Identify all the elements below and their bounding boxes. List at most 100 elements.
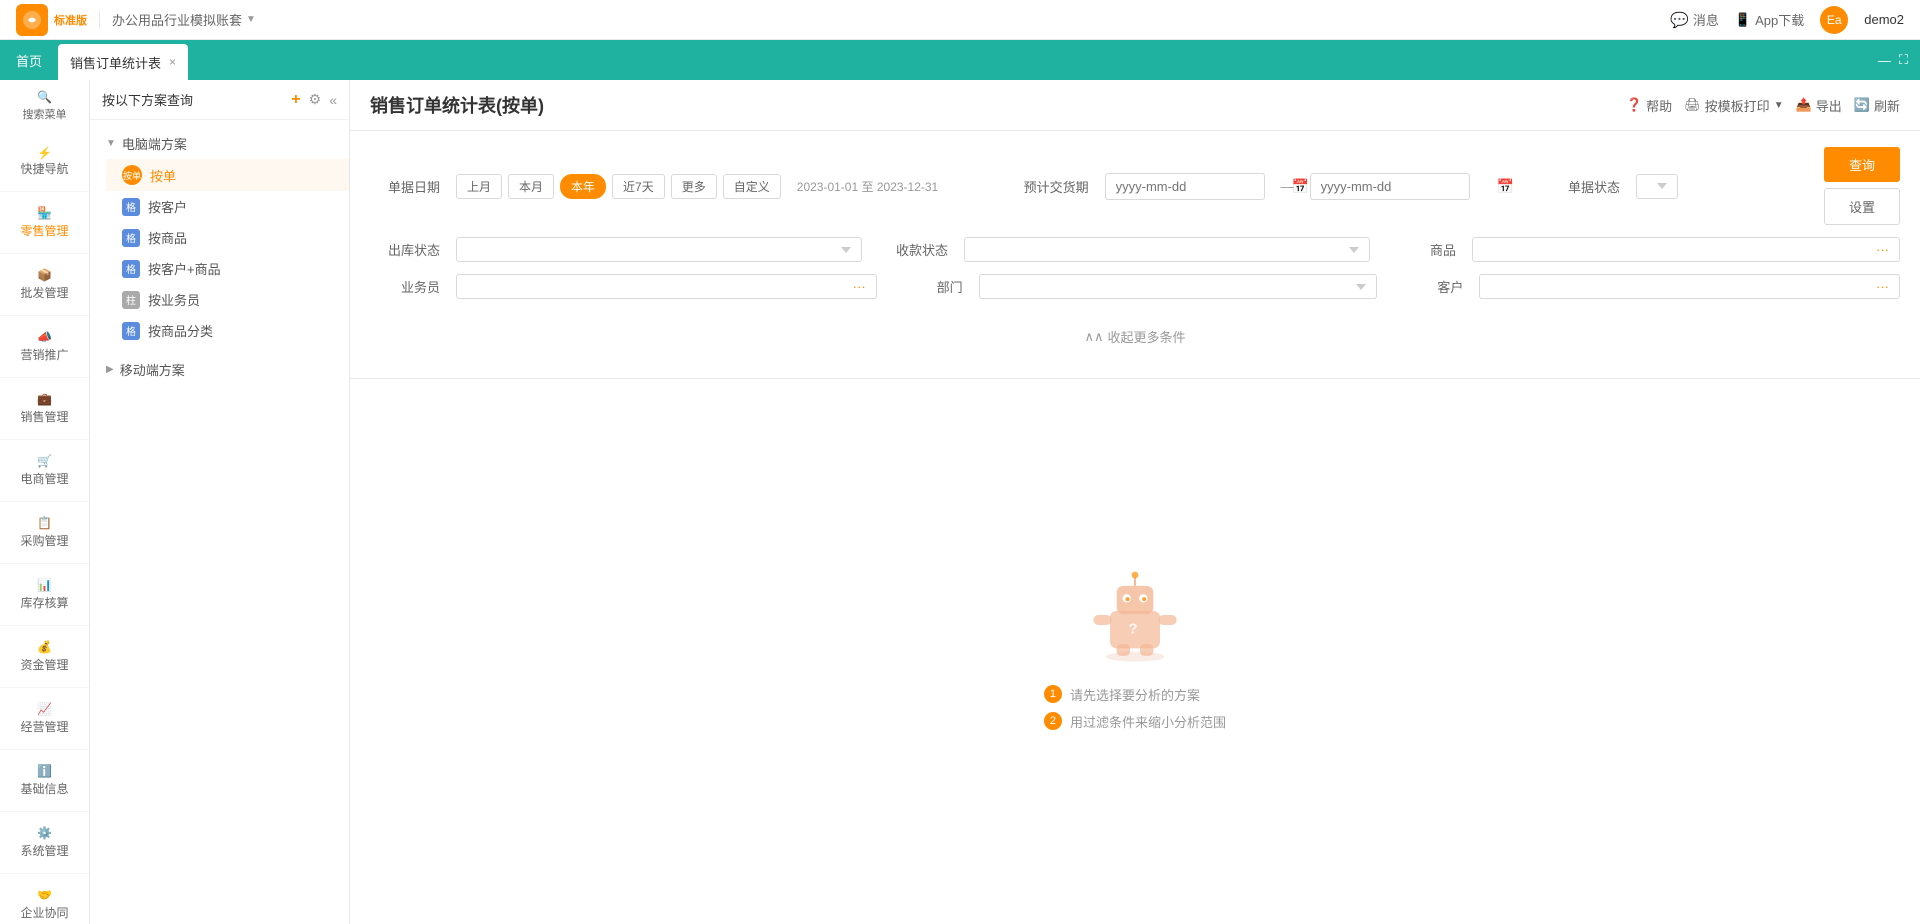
product-more-icon[interactable]: ··· xyxy=(1876,242,1889,257)
customer-input[interactable] xyxy=(1490,279,1876,294)
marketing-icon: 📣 xyxy=(37,330,52,344)
calendar-to-icon[interactable]: 📅 xyxy=(1497,178,1514,195)
scheme-item-by-category[interactable]: 格 按商品分类 xyxy=(106,315,349,346)
expected-date-to-input[interactable]: 📅 xyxy=(1310,173,1470,200)
last-month-btn[interactable]: 上月 xyxy=(456,174,502,199)
scheme-item-by-cust-prod[interactable]: 格 按客户+商品 xyxy=(106,253,349,284)
mobile-section-title[interactable]: ▶ 移动端方案 xyxy=(90,354,349,385)
basic-icon: ℹ️ xyxy=(37,764,52,778)
print-button[interactable]: 🖨 按模板打印 ▼ xyxy=(1684,96,1783,115)
sidebar-item-basic[interactable]: ℹ️ 基础信息 xyxy=(0,750,89,812)
scheme-item-by-order[interactable]: 按单 按单 xyxy=(106,159,349,191)
customer-more-icon[interactable]: ··· xyxy=(1876,279,1889,294)
sidebar-item-ecommerce[interactable]: 🛒 电商管理 xyxy=(0,440,89,502)
app-download-button[interactable]: 📱 App下载 xyxy=(1735,10,1804,29)
empty-step-1: 1 请先选择要分析的方案 xyxy=(1044,685,1226,704)
collapse-panel-icon[interactable]: « xyxy=(329,92,337,108)
filter-area: 单据日期 上月 本月 本年 近7天 更多 自定义 2023-01-01 至 20… xyxy=(350,131,1920,379)
receipt-status-select[interactable] xyxy=(964,237,1370,262)
chevron-down-icon: ▼ xyxy=(246,14,256,25)
scheme-by-product-icon: 格 xyxy=(122,229,140,247)
logo-text: 标准版 xyxy=(54,12,87,28)
sidebar-item-finance[interactable]: 💰 资金管理 xyxy=(0,626,89,688)
scheme-item-by-product[interactable]: 格 按商品 xyxy=(106,222,349,253)
sidebar-item-operations[interactable]: 📈 经营管理 xyxy=(0,688,89,750)
search-icon: 🔍 xyxy=(37,90,52,104)
message-button[interactable]: 💬 消息 xyxy=(1670,10,1719,29)
left-panel-icons: + ⚙ « xyxy=(291,91,337,109)
message-icon: 💬 xyxy=(1670,11,1689,29)
content-area: 销售订单统计表(按单) ❓ 帮助 🖨 按模板打印 ▼ 📤 导出 🔄 刷新 xyxy=(350,80,1920,924)
tab-close-icon[interactable]: × xyxy=(169,55,176,69)
step-2-num: 2 xyxy=(1044,712,1062,730)
scheme-tree: ▼ 电脑端方案 按单 按单 格 按客户 格 按商品 格 按客户+商品 xyxy=(90,120,349,393)
sidebar-quicknav-label: 快捷导航 xyxy=(0,160,89,177)
user-name: demo2 xyxy=(1864,12,1904,27)
salesman-input[interactable] xyxy=(467,279,853,294)
add-scheme-icon[interactable]: + xyxy=(291,91,300,109)
department-label: 部门 xyxy=(893,277,963,296)
out-status-label: 出库状态 xyxy=(370,240,440,259)
main-layout: 🔍 搜索菜单 ⚡ 快捷导航 🏪 零售管理 📦 批发管理 📣 营销推广 💼 销售管… xyxy=(0,80,1920,924)
app-selector[interactable]: 办公用品行业模拟账套 ▼ xyxy=(99,10,256,29)
collapse-filter-btn[interactable]: ∧∧ 收起更多条件 xyxy=(1076,319,1193,354)
refresh-icon: 🔄 xyxy=(1854,97,1870,113)
minimize-icon[interactable]: — xyxy=(1878,53,1891,68)
out-status-select[interactable] xyxy=(456,237,862,262)
scheme-item-by-salesman[interactable]: 柱 按业务员 xyxy=(106,284,349,315)
step-1-num: 1 xyxy=(1044,685,1062,703)
department-select[interactable] xyxy=(979,274,1378,299)
left-panel-header: 按以下方案查询 + ⚙ « xyxy=(90,80,349,120)
last7days-btn[interactable]: 近7天 xyxy=(612,174,665,199)
more-date-btn[interactable]: 更多 xyxy=(671,174,717,199)
expected-date-from-input[interactable]: 📅 xyxy=(1105,173,1265,200)
sidebar-item-enterprise[interactable]: 🤝 企业协同 xyxy=(0,874,89,924)
status-filter-label: 单据状态 xyxy=(1550,177,1620,196)
content-header: 销售订单统计表(按单) ❓ 帮助 🖨 按模板打印 ▼ 📤 导出 🔄 刷新 xyxy=(350,80,1920,131)
sidebar-item-marketing[interactable]: 📣 营销推广 xyxy=(0,316,89,378)
expected-date-to-field[interactable] xyxy=(1321,179,1497,194)
export-button[interactable]: 📤 导出 xyxy=(1796,96,1842,115)
maximize-icon[interactable]: ⛶ xyxy=(1899,52,1908,68)
sidebar-item-retail[interactable]: 🏪 零售管理 xyxy=(0,192,89,254)
sidebar-item-inventory[interactable]: 📊 库存核算 xyxy=(0,564,89,626)
user-avatar[interactable]: Ea xyxy=(1820,6,1848,34)
this-year-btn[interactable]: 本年 xyxy=(560,174,606,199)
refresh-button[interactable]: 🔄 刷新 xyxy=(1854,96,1900,115)
scheme-item-by-customer[interactable]: 格 按客户 xyxy=(106,191,349,222)
sidebar-item-wholesale[interactable]: 📦 批发管理 xyxy=(0,254,89,316)
tab-sales-order[interactable]: 销售订单统计表 × xyxy=(58,44,188,80)
sidebar-search[interactable]: 🔍 搜索菜单 xyxy=(0,80,89,132)
left-panel-title: 按以下方案查询 xyxy=(102,90,193,109)
sidebar-quicknav[interactable]: ⚡ 快捷导航 xyxy=(0,132,89,192)
help-button[interactable]: ❓ 帮助 xyxy=(1626,96,1672,115)
product-input[interactable] xyxy=(1483,242,1876,257)
this-month-btn[interactable]: 本月 xyxy=(508,174,554,199)
date-range-text: 2023-01-01 至 2023-12-31 xyxy=(797,178,938,195)
salesman-more-icon[interactable]: ··· xyxy=(853,279,866,294)
tabbar: 首页 销售订单统计表 × — ⛶ xyxy=(0,40,1920,80)
settings-scheme-icon[interactable]: ⚙ xyxy=(309,91,322,108)
retail-icon: 🏪 xyxy=(37,206,52,220)
status-select[interactable] xyxy=(1636,174,1678,199)
sidebar-item-purchase[interactable]: 📋 采购管理 xyxy=(0,502,89,564)
calendar-from-icon[interactable]: 📅 xyxy=(1292,178,1309,195)
filter-row-3: 业务员 ··· 部门 客户 ··· xyxy=(370,274,1900,299)
sidebar-item-system[interactable]: ⚙️ 系统管理 xyxy=(0,812,89,874)
expected-date-from-field[interactable] xyxy=(1116,179,1292,194)
query-button[interactable]: 查询 xyxy=(1824,147,1900,182)
custom-date-btn[interactable]: 自定义 xyxy=(723,174,781,199)
pc-arrow-icon: ▼ xyxy=(106,138,116,149)
system-icon: ⚙️ xyxy=(37,826,52,840)
tab-home[interactable]: 首页 xyxy=(0,40,58,80)
pc-section-title[interactable]: ▼ 电脑端方案 xyxy=(90,128,349,159)
scheme-by-salesman-icon: 柱 xyxy=(122,291,140,309)
wholesale-icon: 📦 xyxy=(37,268,52,282)
date-quick-btns: 上月 本月 本年 近7天 更多 自定义 xyxy=(456,174,781,199)
product-label: 商品 xyxy=(1386,240,1456,259)
app-name: 办公用品行业模拟账套 xyxy=(112,10,242,29)
reset-button[interactable]: 设置 xyxy=(1824,188,1900,225)
topbar-left: 标准版 办公用品行业模拟账套 ▼ xyxy=(16,4,256,36)
salesman-label: 业务员 xyxy=(370,277,440,296)
sidebar-item-sales[interactable]: 💼 销售管理 xyxy=(0,378,89,440)
